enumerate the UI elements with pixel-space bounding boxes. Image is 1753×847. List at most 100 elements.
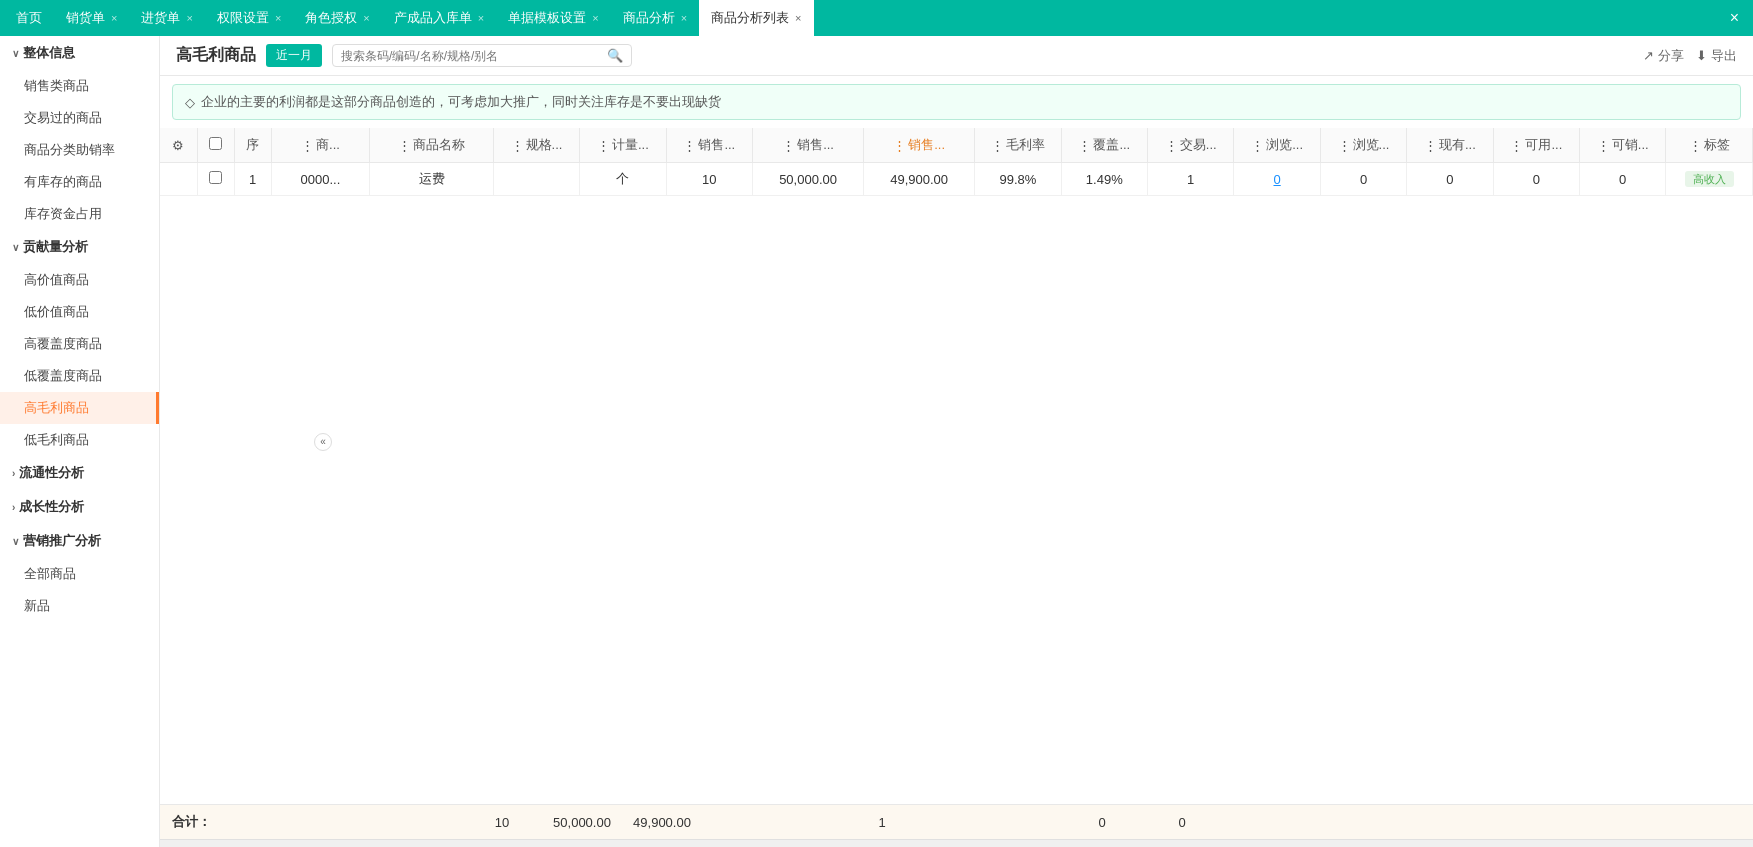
search-box: 🔍 (332, 44, 632, 67)
section-growth[interactable]: › 成长性分析 (0, 490, 159, 524)
nav-sales-order[interactable]: 销货单 × (54, 0, 129, 36)
cell-sales-cost: 49,900.00 (864, 163, 975, 196)
footer-sales-cost: 49,900.00 (622, 815, 702, 830)
footer-label: 合计： (172, 813, 252, 831)
cell-current-stock: 0 (1407, 163, 1493, 196)
section-arrow-overall: ∨ (12, 48, 19, 59)
close-template[interactable]: × (592, 12, 598, 24)
col-unit[interactable]: ⋮计量... (580, 128, 666, 163)
section-arrow-contribution: ∨ (12, 242, 19, 253)
sidebar-item-low-coverage[interactable]: 低覆盖度商品 (0, 360, 159, 392)
col-sku[interactable]: ⋮商... (271, 128, 370, 163)
cell-saleable-stock: 0 (1580, 163, 1666, 196)
footer-spacer3 (922, 815, 992, 830)
nav-template[interactable]: 单据模板设置 × (496, 0, 610, 36)
sidebar-collapse-toggle[interactable]: « (314, 433, 332, 451)
sidebar-item-in-stock[interactable]: 有库存的商品 (0, 166, 159, 198)
search-input[interactable] (341, 49, 607, 63)
table-header-row: ⚙ 序 ⋮商... ⋮商品名称 (160, 128, 1753, 163)
section-contribution[interactable]: ∨ 贡献量分析 (0, 230, 159, 264)
close-production[interactable]: × (478, 12, 484, 24)
footer-sales-amount: 50,000.00 (542, 815, 622, 830)
col-browse1[interactable]: ⋮浏览... (1234, 128, 1320, 163)
close-product-analysis[interactable]: × (681, 12, 687, 24)
nav-product-analysis[interactable]: 商品分析 × (611, 0, 699, 36)
sidebar-item-high-value[interactable]: 高价值商品 (0, 264, 159, 296)
col-checkbox (197, 128, 234, 163)
section-arrow-growth: › (12, 502, 15, 513)
cell-settings (160, 163, 197, 196)
search-icon[interactable]: 🔍 (607, 48, 623, 63)
cell-gross-margin: 99.8% (975, 163, 1061, 196)
sidebar-item-new-goods[interactable]: 新品 (0, 590, 159, 622)
close-purchase-order[interactable]: × (186, 12, 192, 24)
top-nav: 首页 销货单 × 进货单 × 权限设置 × 角色授权 × 产成品入库单 × 单据… (0, 0, 1753, 36)
col-saleable-stock[interactable]: ⋮可销... (1580, 128, 1666, 163)
info-banner: ◇ 企业的主要的利润都是这部分商品创造的，可考虑加大推广，同时关注库存是不要出现… (172, 84, 1741, 120)
close-role[interactable]: × (363, 12, 369, 24)
sidebar-item-sales-goods[interactable]: 销售类商品 (0, 70, 159, 102)
col-available-stock[interactable]: ⋮可用... (1493, 128, 1579, 163)
cell-sku: 0000... (271, 163, 370, 196)
sidebar-item-low-value[interactable]: 低价值商品 (0, 296, 159, 328)
col-settings[interactable]: ⚙ (160, 128, 197, 163)
nav-permission[interactable]: 权限设置 × (205, 0, 293, 36)
nav-purchase-order[interactable]: 进货单 × (129, 0, 204, 36)
select-all-checkbox[interactable] (209, 137, 222, 150)
data-table: ⚙ 序 ⋮商... ⋮商品名称 (160, 128, 1753, 196)
section-liquidity[interactable]: › 流通性分析 (0, 456, 159, 490)
close-all-tabs[interactable]: × (1720, 9, 1749, 27)
col-spec[interactable]: ⋮规格... (493, 128, 579, 163)
header-actions: ↗ 分享 ⬇ 导出 (1643, 47, 1737, 65)
nav-home[interactable]: 首页 (4, 0, 54, 36)
col-current-stock[interactable]: ⋮现有... (1407, 128, 1493, 163)
col-sales-qty[interactable]: ⋮销售... (666, 128, 752, 163)
col-sales-amount[interactable]: ⋮销售... (753, 128, 864, 163)
col-name[interactable]: ⋮商品名称 (370, 128, 493, 163)
row-checkbox[interactable] (209, 171, 222, 184)
sidebar-item-high-coverage[interactable]: 高覆盖度商品 (0, 328, 159, 360)
export-icon: ⬇ (1696, 48, 1707, 63)
sidebar-item-all-goods[interactable]: 全部商品 (0, 558, 159, 590)
sidebar: ∨ 整体信息 销售类商品 交易过的商品 商品分类助销率 有库存的商品 库存资金占… (0, 36, 160, 847)
section-marketing[interactable]: ∨ 营销推广分析 (0, 524, 159, 558)
section-arrow-marketing: ∨ (12, 536, 19, 547)
close-product-analysis-list[interactable]: × (795, 12, 801, 24)
footer-sales-qty: 10 (462, 815, 542, 830)
share-button[interactable]: ↗ 分享 (1643, 47, 1684, 65)
table-footer: 合计： 10 50,000.00 49,900.00 1 0 0 (160, 804, 1753, 839)
sidebar-item-traded-goods[interactable]: 交易过的商品 (0, 102, 159, 134)
footer-trade-count: 1 (842, 815, 922, 830)
period-button[interactable]: 近一月 (266, 44, 322, 67)
footer-saleable-stock: 0 (1142, 815, 1222, 830)
sidebar-item-high-margin[interactable]: 高毛利商品 (0, 392, 159, 424)
section-overall-info[interactable]: ∨ 整体信息 (0, 36, 159, 70)
share-icon: ↗ (1643, 48, 1654, 63)
export-button[interactable]: ⬇ 导出 (1696, 47, 1737, 65)
close-permission[interactable]: × (275, 12, 281, 24)
table-row: 1 0000... 运费 个 10 50,000.00 49,900.00 99… (160, 163, 1753, 196)
sidebar-item-category-rate[interactable]: 商品分类助销率 (0, 134, 159, 166)
sidebar-item-stock-capital[interactable]: 库存资金占用 (0, 198, 159, 230)
footer-spacer1 (252, 815, 462, 830)
table-container: ⚙ 序 ⋮商... ⋮商品名称 (160, 128, 1753, 804)
col-gross-margin[interactable]: ⋮毛利率 (975, 128, 1061, 163)
close-sales-order[interactable]: × (111, 12, 117, 24)
nav-role[interactable]: 角色授权 × (293, 0, 381, 36)
nav-production[interactable]: 产成品入库单 × (382, 0, 496, 36)
nav-product-analysis-list[interactable]: 商品分析列表 × (699, 0, 813, 36)
cell-unit: 个 (580, 163, 666, 196)
cell-spec (493, 163, 579, 196)
col-sales-cost[interactable]: ⋮销售... (864, 128, 975, 163)
horizontal-scrollbar[interactable] (160, 839, 1753, 847)
sidebar-item-low-margin[interactable]: 低毛利商品 (0, 424, 159, 456)
col-trade-count[interactable]: ⋮交易... (1148, 128, 1234, 163)
footer-cells: 10 50,000.00 49,900.00 1 0 0 (252, 815, 1741, 830)
col-coverage[interactable]: ⋮覆盖... (1061, 128, 1147, 163)
col-tag[interactable]: ⋮标签 (1666, 128, 1753, 163)
section-arrow-liquidity: › (12, 468, 15, 479)
content-header: 高毛利商品 近一月 🔍 ↗ 分享 ⬇ 导出 (160, 36, 1753, 76)
cell-name: 运费 (370, 163, 493, 196)
cell-browse1[interactable]: 0 (1234, 163, 1320, 196)
col-browse2[interactable]: ⋮浏览... (1320, 128, 1406, 163)
